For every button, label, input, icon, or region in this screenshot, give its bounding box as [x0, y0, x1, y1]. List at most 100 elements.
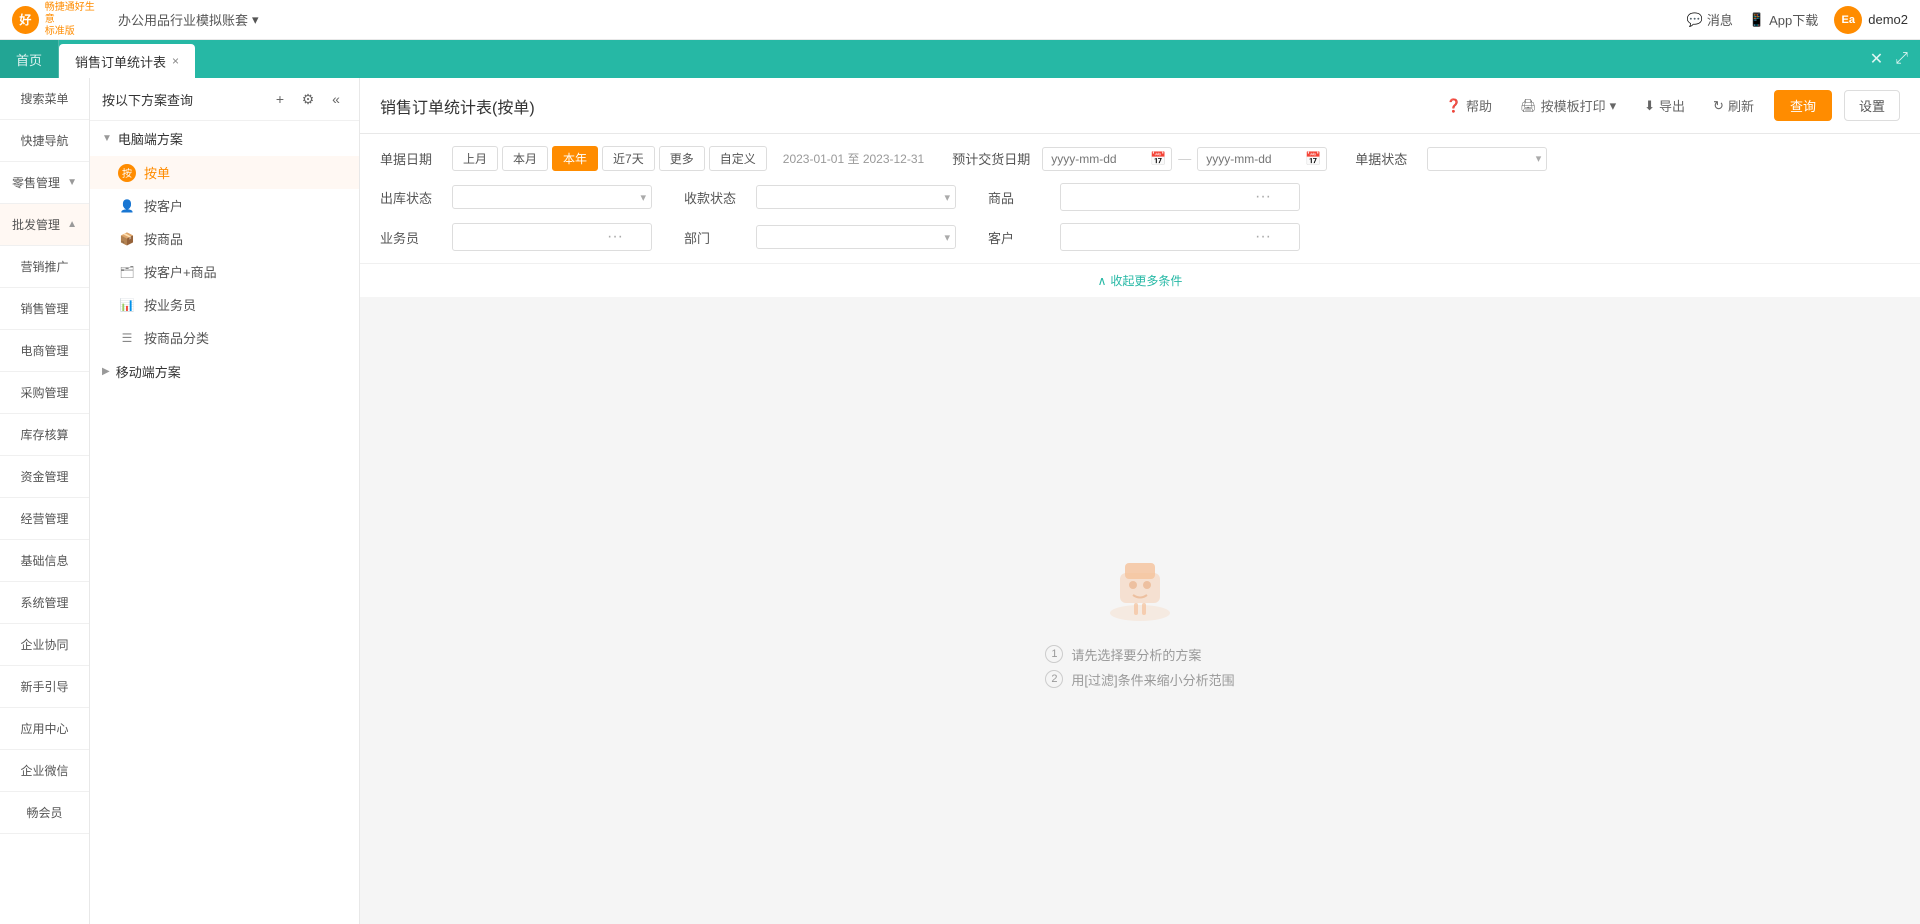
- sidebar-item-marketing[interactable]: 营销推广: [0, 246, 89, 288]
- scheme-icon-goods: 📦: [118, 230, 136, 248]
- scheme-item-by-customer[interactable]: 👤 按客户: [90, 189, 359, 222]
- help-button[interactable]: ❓ 帮助: [1438, 92, 1500, 119]
- sidebar-item-wechat[interactable]: 企业微信: [0, 750, 89, 792]
- avatar: Ea: [1834, 6, 1862, 34]
- sidebar-item-finance[interactable]: 资金管理: [0, 456, 89, 498]
- date-btn-more[interactable]: 更多: [659, 146, 705, 171]
- add-scheme-button[interactable]: +: [269, 88, 291, 110]
- sidebar-item-member[interactable]: 畅会员: [0, 792, 89, 834]
- left-panel-title: 按以下方案查询: [102, 90, 261, 109]
- dept-select[interactable]: [756, 225, 956, 249]
- tab-close-icon[interactable]: ×: [172, 54, 179, 68]
- app-selector[interactable]: 办公用品行业模拟账套 ▾: [110, 6, 267, 33]
- left-panel-header: 按以下方案查询 + ⚙ «: [90, 78, 359, 121]
- sidebar-item-operations[interactable]: 经营管理: [0, 498, 89, 540]
- date-btn-custom[interactable]: 自定义: [709, 146, 767, 171]
- filter-row-3: 业务员 ··· 部门 客户 ···: [380, 223, 1900, 251]
- tip-num-1: 1: [1045, 645, 1063, 663]
- sidebar-item-newbie[interactable]: 新手引导: [0, 666, 89, 708]
- collapse-icon: ∧: [1098, 274, 1107, 288]
- collapse-panel-button[interactable]: «: [325, 88, 347, 110]
- message-icon: 💬: [1687, 12, 1703, 28]
- export-button[interactable]: ⬇ 导出: [1636, 92, 1693, 119]
- date-button-group: 上月 本月 本年 近7天 更多 自定义: [452, 146, 767, 171]
- logo-area: 好 畅捷通好生意 标准版: [12, 2, 102, 38]
- ship-status-select[interactable]: [452, 185, 652, 209]
- sidebar-item-basic[interactable]: 基础信息: [0, 540, 89, 582]
- customer-input[interactable]: ···: [1060, 223, 1300, 251]
- tab-bar-controls: ✕ ⤢: [1858, 40, 1920, 78]
- goods-ellipsis[interactable]: ···: [1251, 188, 1275, 206]
- scheme-item-by-goods[interactable]: 📦 按商品: [90, 222, 359, 255]
- scheme-group-mobile: ▶ 移动端方案: [90, 354, 359, 389]
- settings-button[interactable]: 设置: [1844, 90, 1900, 121]
- filter-row-1: 单据日期 上月 本月 本年 近7天 更多 自定义 2023-01-01 至 20…: [380, 146, 1900, 171]
- main-layout: 搜索菜单 快捷导航 零售管理 ▼ 批发管理 ▲ 营销推广 销售管理 电商管理 采…: [0, 78, 1920, 924]
- date-btn-last-month[interactable]: 上月: [452, 146, 498, 171]
- query-button[interactable]: 查询: [1774, 90, 1832, 121]
- sidebar-search[interactable]: 搜索菜单: [0, 78, 89, 120]
- collapse-bar[interactable]: ∧ 收起更多条件: [360, 263, 1920, 297]
- refresh-icon: ↻: [1713, 98, 1724, 114]
- sidebar-item-retail[interactable]: 零售管理 ▼: [0, 162, 89, 204]
- scheme-icon-customer: 👤: [118, 197, 136, 215]
- right-panel: 销售订单统计表(按单) ❓ 帮助 🖨 按模板打印 ▾ ⬇ 导出: [360, 78, 1920, 924]
- app-download-button[interactable]: 📱 App下载: [1749, 10, 1818, 29]
- scheme-item-by-order[interactable]: 按 按单: [90, 156, 359, 189]
- scheme-item-by-category[interactable]: ☰ 按商品分类: [90, 321, 359, 354]
- user-area[interactable]: Ea demo2: [1834, 6, 1908, 34]
- sidebar-item-collab[interactable]: 企业协同: [0, 624, 89, 666]
- message-button[interactable]: 💬 消息: [1687, 10, 1733, 29]
- goods-input[interactable]: ···: [1060, 183, 1300, 211]
- scheme-icon-order: 按: [118, 164, 136, 182]
- ship-status-label: 出库状态: [380, 188, 440, 207]
- tab-home[interactable]: 首页: [0, 40, 59, 78]
- salesman-input[interactable]: ···: [452, 223, 652, 251]
- tab-maximize-icon[interactable]: ⤢: [1895, 50, 1908, 68]
- download-icon: 📱: [1749, 12, 1765, 28]
- calendar-icon: 📅: [1150, 151, 1166, 167]
- user-name[interactable]: demo2: [1868, 12, 1908, 27]
- doc-status-select[interactable]: [1427, 147, 1547, 171]
- salesman-label: 业务员: [380, 228, 440, 247]
- calendar-icon-end: 📅: [1305, 151, 1321, 167]
- settings-scheme-button[interactable]: ⚙: [297, 88, 319, 110]
- sidebar-item-sales[interactable]: 销售管理: [0, 288, 89, 330]
- sidebar-quick-nav[interactable]: 快捷导航: [0, 120, 89, 162]
- left-panel-icons: + ⚙ «: [269, 88, 347, 110]
- expected-date-label: 预计交货日期: [952, 149, 1030, 168]
- salesman-ellipsis[interactable]: ···: [603, 228, 627, 246]
- print-button[interactable]: 🖨 按模板打印 ▾: [1512, 92, 1624, 119]
- scheme-group-desktop-header[interactable]: ▼ 电脑端方案: [90, 121, 359, 156]
- date-btn-last7days[interactable]: 近7天: [602, 146, 655, 171]
- chevron-right-icon: ▶: [102, 366, 110, 377]
- sidebar-item-system[interactable]: 系统管理: [0, 582, 89, 624]
- date-btn-this-month[interactable]: 本月: [502, 146, 548, 171]
- customer-ellipsis[interactable]: ···: [1251, 228, 1275, 246]
- date-btn-this-year[interactable]: 本年: [552, 146, 598, 171]
- refresh-button[interactable]: ↻ 刷新: [1705, 92, 1762, 119]
- doc-status-select-wrapper: [1427, 147, 1547, 171]
- sidebar-item-inventory[interactable]: 库存核算: [0, 414, 89, 456]
- sidebar-item-purchase[interactable]: 采购管理: [0, 372, 89, 414]
- page-header-actions: ❓ 帮助 🖨 按模板打印 ▾ ⬇ 导出 ↻ 刷新: [1438, 90, 1900, 133]
- top-bar-right: 💬 消息 📱 App下载 Ea demo2: [1687, 6, 1908, 34]
- scheme-group-desktop: ▼ 电脑端方案 按 按单 👤 按客户 📦 按商品: [90, 121, 359, 354]
- chevron-down-icon: ▾: [252, 12, 259, 28]
- scheme-item-by-salesman[interactable]: 📊 按业务员: [90, 288, 359, 321]
- scheme-icon-category: ☰: [118, 329, 136, 347]
- filter-row-2: 出库状态 收款状态 商品 ···: [380, 183, 1900, 211]
- sidebar-item-wholesale[interactable]: 批发管理 ▲: [0, 204, 89, 246]
- payment-status-select[interactable]: [756, 185, 956, 209]
- tab-sales-stats[interactable]: 销售订单统计表 ×: [59, 44, 195, 78]
- empty-state: 1 请先选择要分析的方案 2 用[过滤]条件来缩小分析范围: [360, 297, 1920, 924]
- help-icon: ❓: [1446, 98, 1462, 114]
- sidebar-item-ecommerce[interactable]: 电商管理: [0, 330, 89, 372]
- tab-bar: 首页 销售订单统计表 × ✕ ⤢: [0, 40, 1920, 78]
- scheme-item-by-customer-goods[interactable]: 🗂 按客户+商品: [90, 255, 359, 288]
- sidebar-item-appcenter[interactable]: 应用中心: [0, 708, 89, 750]
- scheme-group-mobile-header[interactable]: ▶ 移动端方案: [90, 354, 359, 389]
- print-arrow-icon: ▾: [1610, 98, 1617, 114]
- tab-close-all-icon[interactable]: ✕: [1870, 49, 1883, 69]
- empty-tip-1: 1 请先选择要分析的方案: [1045, 645, 1234, 664]
